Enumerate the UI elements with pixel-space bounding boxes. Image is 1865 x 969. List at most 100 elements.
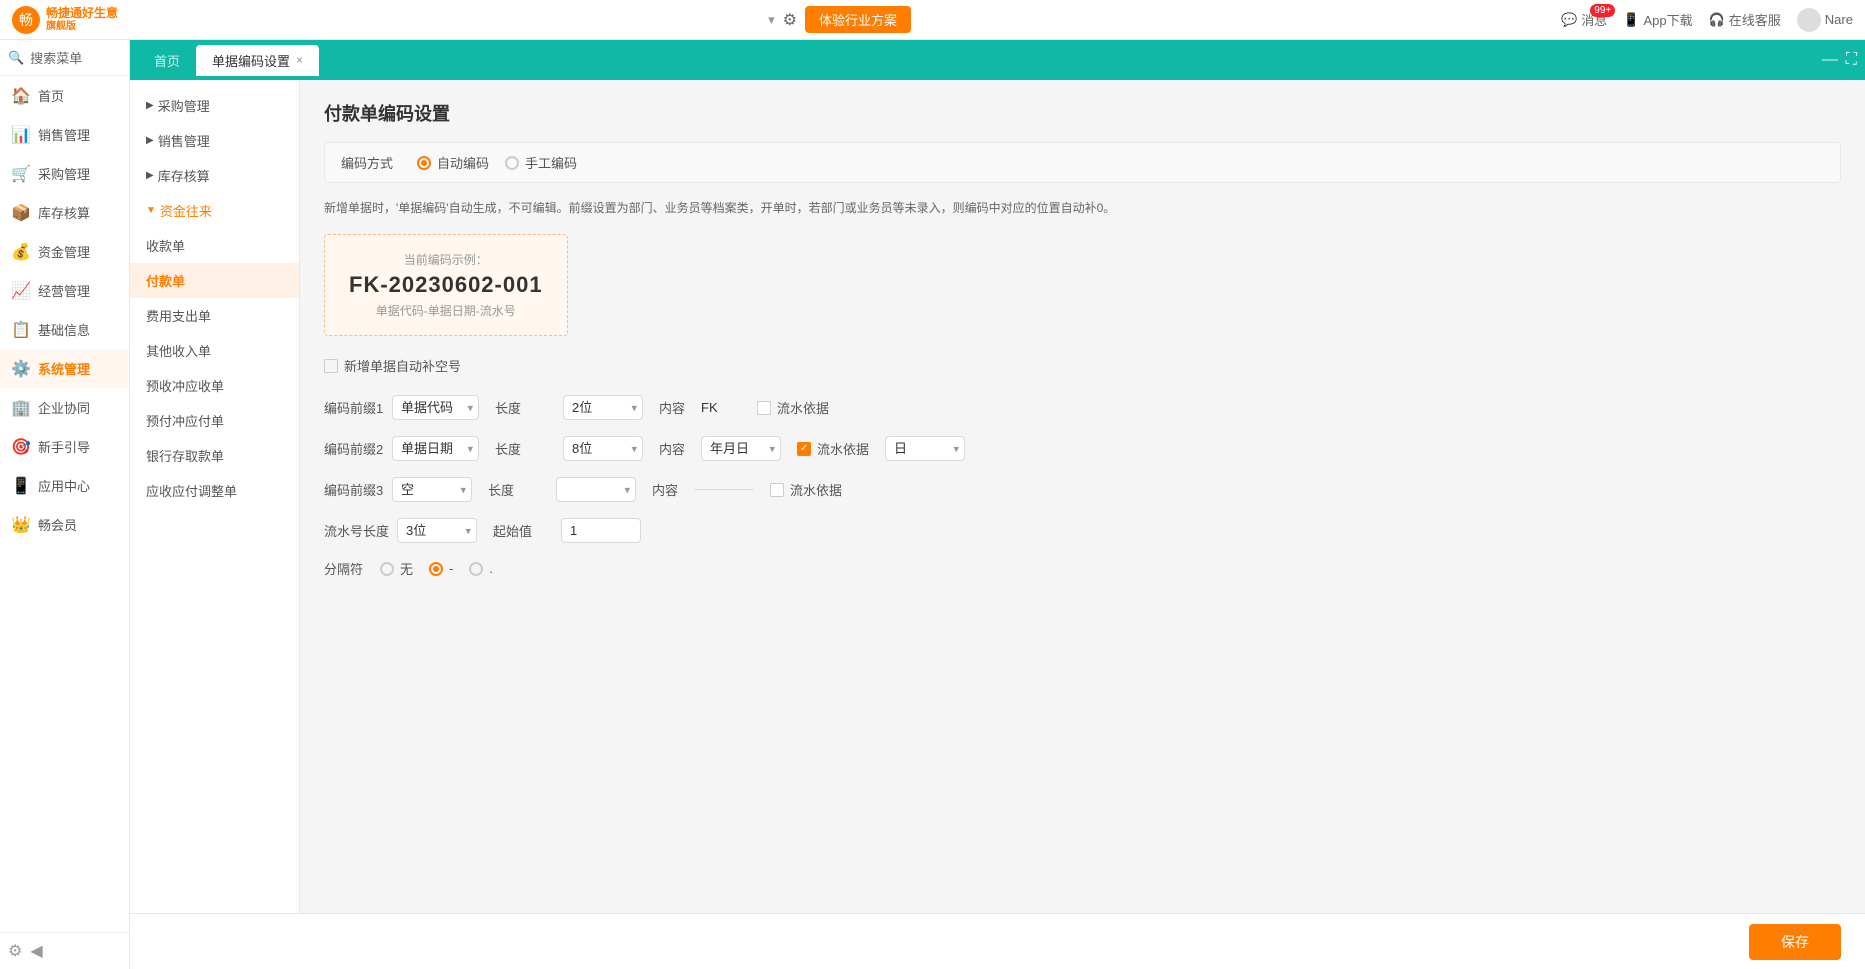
tab-close-icon[interactable]: × <box>296 53 303 67</box>
sidebar-bottom: ⚙ ◀ <box>0 932 129 969</box>
stream3-checkbox[interactable]: 流水依据 <box>770 480 842 499</box>
serial-row: 流水号长度 3位 起始值 <box>324 518 1841 543</box>
tab-home[interactable]: 首页 <box>138 45 196 76</box>
user-menu[interactable]: Nare <box>1797 8 1853 32</box>
sep-none-radio <box>380 562 394 576</box>
leftnav-expense[interactable]: 费用支出单 <box>130 298 299 333</box>
left-nav: ▶ 采购管理 ▶ 销售管理 ▶ 库存核算 <box>130 80 300 913</box>
nav-dropdown-arrow[interactable]: ▾ <box>768 12 775 28</box>
maximize-button[interactable]: ⛶ <box>1846 51 1857 69</box>
sidebar-item-guide[interactable]: 🎯 新手引导 <box>0 427 129 466</box>
save-button[interactable]: 保存 <box>1749 924 1841 960</box>
sidebar-item-finance[interactable]: 💰 资金管理 <box>0 232 129 271</box>
notice-text: 新增单据时，'单据编码'自动生成，不可编辑。前缀设置为部门、业务员等档案类，开单… <box>324 199 1841 218</box>
collapse-sidebar-icon[interactable]: ◀ <box>30 941 42 961</box>
length3-label: 长度 <box>488 480 548 499</box>
tab-encoding[interactable]: 单据编码设置 × <box>196 45 319 76</box>
auto-encoding-radio[interactable]: 自动编码 <box>417 153 489 172</box>
system-icon: ⚙️ <box>12 360 30 378</box>
length3-select[interactable] <box>556 477 636 502</box>
auto-fill-row: 新增单据自动补空号 <box>324 356 1841 375</box>
form-row-prefix2: 编码前缀2 单据日期 长度 8位 <box>324 436 1841 461</box>
leftnav-prepay-recv[interactable]: 预收冲应收单 <box>130 368 299 403</box>
content1-field: 内容 FK <box>659 398 741 417</box>
sidebar-item-ops[interactable]: 📈 经营管理 <box>0 271 129 310</box>
leftnav-receipt[interactable]: 收款单 <box>130 228 299 263</box>
preview-box: 当前编码示例： FK-20230602-001 单据代码-单据日期-流水号 <box>324 234 568 336</box>
minimize-button[interactable]: — <box>1822 51 1838 69</box>
leftnav-prepay-pay[interactable]: 预付冲应付单 <box>130 403 299 438</box>
message-button[interactable]: 💬 消息 99+ <box>1561 10 1607 29</box>
prefix3-select-wrap: 空 <box>392 477 472 502</box>
serial-length-select[interactable]: 3位 <box>397 518 477 543</box>
start-value-input[interactable] <box>561 518 641 543</box>
preview-label: 当前编码示例： <box>349 251 543 268</box>
content3-field: 内容 <box>652 480 754 499</box>
appstore-icon: 📱 <box>12 477 30 495</box>
purchase-icon: 🛒 <box>12 165 30 183</box>
bottom-bar: 保存 <box>130 913 1865 969</box>
leftnav-purchase-toggle[interactable]: ▶ 采购管理 <box>130 88 299 123</box>
leftnav-bank-deposit[interactable]: 银行存取款单 <box>130 438 299 473</box>
length3-select-wrap <box>556 477 636 502</box>
leftnav-recv-pay-adjust[interactable]: 应收应付调整单 <box>130 473 299 508</box>
prefix1-field: 编码前缀1 单据代码 <box>324 395 479 420</box>
stream2-checkbox[interactable]: ✓ 流水依据 <box>797 439 869 458</box>
auto-fill-checkbox[interactable] <box>324 359 338 373</box>
sidebar-item-basic[interactable]: 📋 基础信息 <box>0 310 129 349</box>
main-layout: 🔍 搜索菜单 🏠 首页 📊 销售管理 🛒 采购管理 📦 库存核算 💰 资金管理 … <box>0 40 1865 969</box>
search-icon: 🔍 <box>8 50 24 66</box>
top-bar-right: 💬 消息 99+ 📱 App下载 🎧 在线客服 Nare <box>1561 8 1853 32</box>
length2-select[interactable]: 8位 <box>563 436 643 461</box>
sidebar-item-system[interactable]: ⚙️ 系统管理 <box>0 349 129 388</box>
company-icon: 🏢 <box>12 399 30 417</box>
home-icon: 🏠 <box>12 87 30 105</box>
chevron-right-icon: ▶ <box>146 170 154 181</box>
stream2-unit-select[interactable]: 日 <box>885 436 965 461</box>
online-service-button[interactable]: 🎧 在线客服 <box>1709 10 1781 29</box>
prefix2-select[interactable]: 单据日期 <box>392 436 479 461</box>
sidebar-item-appstore[interactable]: 📱 应用中心 <box>0 466 129 505</box>
separator-row: 分隔符 无 - . <box>324 559 1841 578</box>
leftnav-group-sales: ▶ 销售管理 <box>130 123 299 158</box>
start-value-field: 起始值 <box>493 518 641 543</box>
sidebar-item-purchase[interactable]: 🛒 采购管理 <box>0 154 129 193</box>
stream2-checkbox-box: ✓ <box>797 442 811 456</box>
leftnav-sales-toggle[interactable]: ▶ 销售管理 <box>130 123 299 158</box>
member-icon: 👑 <box>12 516 30 534</box>
stream1-checkbox-box <box>757 401 771 415</box>
leftnav-inventory-toggle[interactable]: ▶ 库存核算 <box>130 158 299 193</box>
sidebar-item-sales[interactable]: 📊 销售管理 <box>0 115 129 154</box>
leftnav-group-inventory: ▶ 库存核算 <box>130 158 299 193</box>
headset-icon: 🎧 <box>1709 12 1725 28</box>
content2-label: 内容 <box>659 439 685 458</box>
tab-bar: 首页 单据编码设置 × — ⛶ <box>130 40 1865 80</box>
preview-code: FK-20230602-001 <box>349 272 543 298</box>
stream1-checkbox[interactable]: 流水依据 <box>757 398 829 417</box>
leftnav-payment[interactable]: 付款单 <box>130 263 299 298</box>
leftnav-funds-toggle[interactable]: ▼ 资金往来 <box>130 193 299 228</box>
sidebar-search[interactable]: 🔍 搜索菜单 <box>0 40 129 76</box>
manual-encoding-radio[interactable]: 手工编码 <box>505 153 577 172</box>
prefix3-select[interactable]: 空 <box>392 477 472 502</box>
trial-button[interactable]: 体验行业方案 <box>805 6 911 33</box>
content2-select-wrap: 年月日 <box>701 436 781 461</box>
sep-none[interactable]: 无 <box>380 559 413 578</box>
settings-icon[interactable]: ⚙ <box>783 10 797 30</box>
sep-dot[interactable]: . <box>469 561 493 576</box>
chevron-right-icon: ▶ <box>146 135 154 146</box>
sidebar-item-member[interactable]: 👑 畅会员 <box>0 505 129 544</box>
app-download-button[interactable]: 📱 App下载 <box>1623 10 1692 29</box>
settings-bottom-icon[interactable]: ⚙ <box>8 941 22 961</box>
sep-dash[interactable]: - <box>429 561 453 576</box>
sidebar-item-inventory[interactable]: 📦 库存核算 <box>0 193 129 232</box>
sidebar-item-company[interactable]: 🏢 企业协同 <box>0 388 129 427</box>
serial-length-field: 流水号长度 3位 <box>324 518 477 543</box>
leftnav-other-income[interactable]: 其他收入单 <box>130 333 299 368</box>
length1-select[interactable]: 2位 <box>563 395 643 420</box>
prefix1-select[interactable]: 单据代码 <box>392 395 479 420</box>
content2-select[interactable]: 年月日 <box>701 436 781 461</box>
prefix1-label: 编码前缀1 <box>324 398 384 417</box>
sidebar-item-home[interactable]: 🏠 首页 <box>0 76 129 115</box>
length1-label: 长度 <box>495 398 555 417</box>
